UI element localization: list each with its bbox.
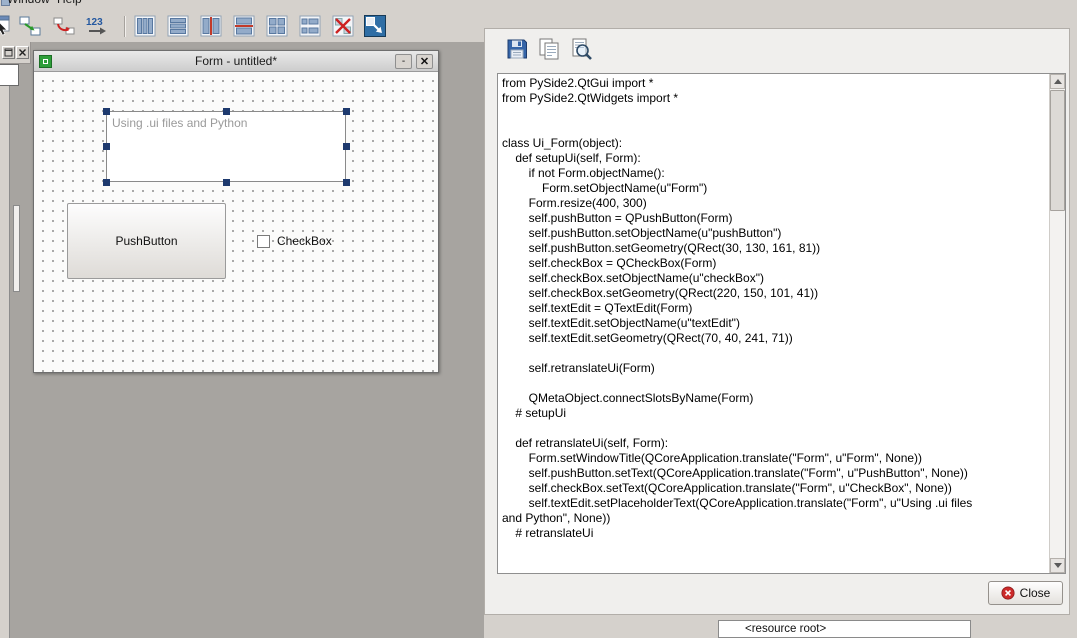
menubar: Window Help bbox=[0, 0, 1077, 9]
break-layout-icon[interactable] bbox=[330, 13, 356, 39]
code-scrollbar[interactable] bbox=[1049, 74, 1065, 573]
scroll-down-icon[interactable] bbox=[1050, 558, 1065, 573]
scrollbar-thumb[interactable] bbox=[1050, 90, 1065, 211]
code-preview-dialog: from PySide2.QtGui import * from PySide2… bbox=[484, 28, 1070, 615]
selection-handle-bottom-left[interactable] bbox=[103, 179, 110, 186]
dock-close-icon[interactable] bbox=[16, 46, 29, 59]
textedit-widget[interactable]: Using .ui files and Python bbox=[106, 111, 346, 182]
close-dialog-button[interactable]: Close bbox=[988, 581, 1063, 605]
edit-buddies-icon[interactable] bbox=[51, 13, 77, 39]
selection-handle-bottom-center[interactable] bbox=[223, 179, 230, 186]
copy-icon[interactable] bbox=[537, 37, 561, 61]
selection-handle-mid-right[interactable] bbox=[343, 143, 350, 150]
dock-float-icon[interactable] bbox=[2, 46, 15, 59]
edit-widgets-icon[interactable] bbox=[0, 13, 14, 39]
lay-out-in-form-layout-icon[interactable] bbox=[297, 13, 323, 39]
code-editor[interactable]: from PySide2.QtGui import * from PySide2… bbox=[497, 73, 1066, 574]
close-window-button[interactable]: ✕ bbox=[416, 54, 433, 69]
resource-root-item[interactable]: <resource root> bbox=[745, 623, 826, 635]
selection-handle-top-center[interactable] bbox=[223, 108, 230, 115]
checkbox-indicator[interactable] bbox=[257, 235, 270, 248]
widget-box-dock-edge bbox=[0, 42, 10, 638]
textedit-placeholder: Using .ui files and Python bbox=[112, 116, 247, 130]
pushbutton-widget[interactable]: PushButton bbox=[67, 203, 226, 279]
form-window-title: Form - untitled* bbox=[34, 54, 438, 68]
scroll-up-icon[interactable] bbox=[1050, 74, 1065, 89]
checkbox-label: CheckBox bbox=[277, 234, 332, 248]
selection-handle-top-left[interactable] bbox=[103, 108, 110, 115]
close-circle-icon bbox=[1001, 586, 1015, 600]
lay-out-in-grid-icon[interactable] bbox=[264, 13, 290, 39]
lay-out-horizontally-icon[interactable] bbox=[132, 13, 158, 39]
generated-python-code[interactable]: from PySide2.QtGui import * from PySide2… bbox=[502, 76, 1045, 571]
edit-tab-order-icon[interactable]: 123 bbox=[84, 13, 110, 39]
close-button-label: Close bbox=[1020, 586, 1051, 600]
toolbar-separator bbox=[124, 16, 126, 37]
form-canvas[interactable]: Using .ui files and Python PushButton Ch… bbox=[34, 72, 438, 372]
edit-signals-slots-icon[interactable] bbox=[17, 13, 43, 39]
save-icon[interactable] bbox=[505, 37, 529, 61]
form-window-titlebar[interactable]: Form - untitled* - ✕ bbox=[34, 51, 438, 72]
selection-handle-top-right[interactable] bbox=[343, 108, 350, 115]
selection-handle-mid-left[interactable] bbox=[103, 143, 110, 150]
menu-help[interactable]: Help bbox=[57, 0, 82, 6]
lay-out-vertically-in-splitter-icon[interactable] bbox=[231, 13, 257, 39]
menu-window[interactable]: Window bbox=[7, 0, 50, 6]
pushbutton-label: PushButton bbox=[115, 234, 177, 248]
form-designer-window: Form - untitled* - ✕ Using .ui files and… bbox=[33, 50, 439, 373]
widget-box-dock-header bbox=[0, 42, 31, 64]
adjust-size-icon[interactable] bbox=[362, 13, 388, 39]
lay-out-horizontally-in-splitter-icon[interactable] bbox=[198, 13, 224, 39]
find-icon[interactable] bbox=[569, 37, 593, 61]
resource-browser-panel: <resource root> bbox=[718, 620, 971, 638]
widget-box-scrollbar[interactable] bbox=[13, 205, 20, 292]
minimize-button[interactable]: - bbox=[395, 54, 412, 69]
widget-filter-input[interactable] bbox=[0, 64, 19, 86]
svg-text:123: 123 bbox=[86, 17, 103, 28]
checkbox-widget[interactable]: CheckBox bbox=[257, 228, 332, 254]
lay-out-vertically-icon[interactable] bbox=[165, 13, 191, 39]
selection-handle-bottom-right[interactable] bbox=[343, 179, 350, 186]
